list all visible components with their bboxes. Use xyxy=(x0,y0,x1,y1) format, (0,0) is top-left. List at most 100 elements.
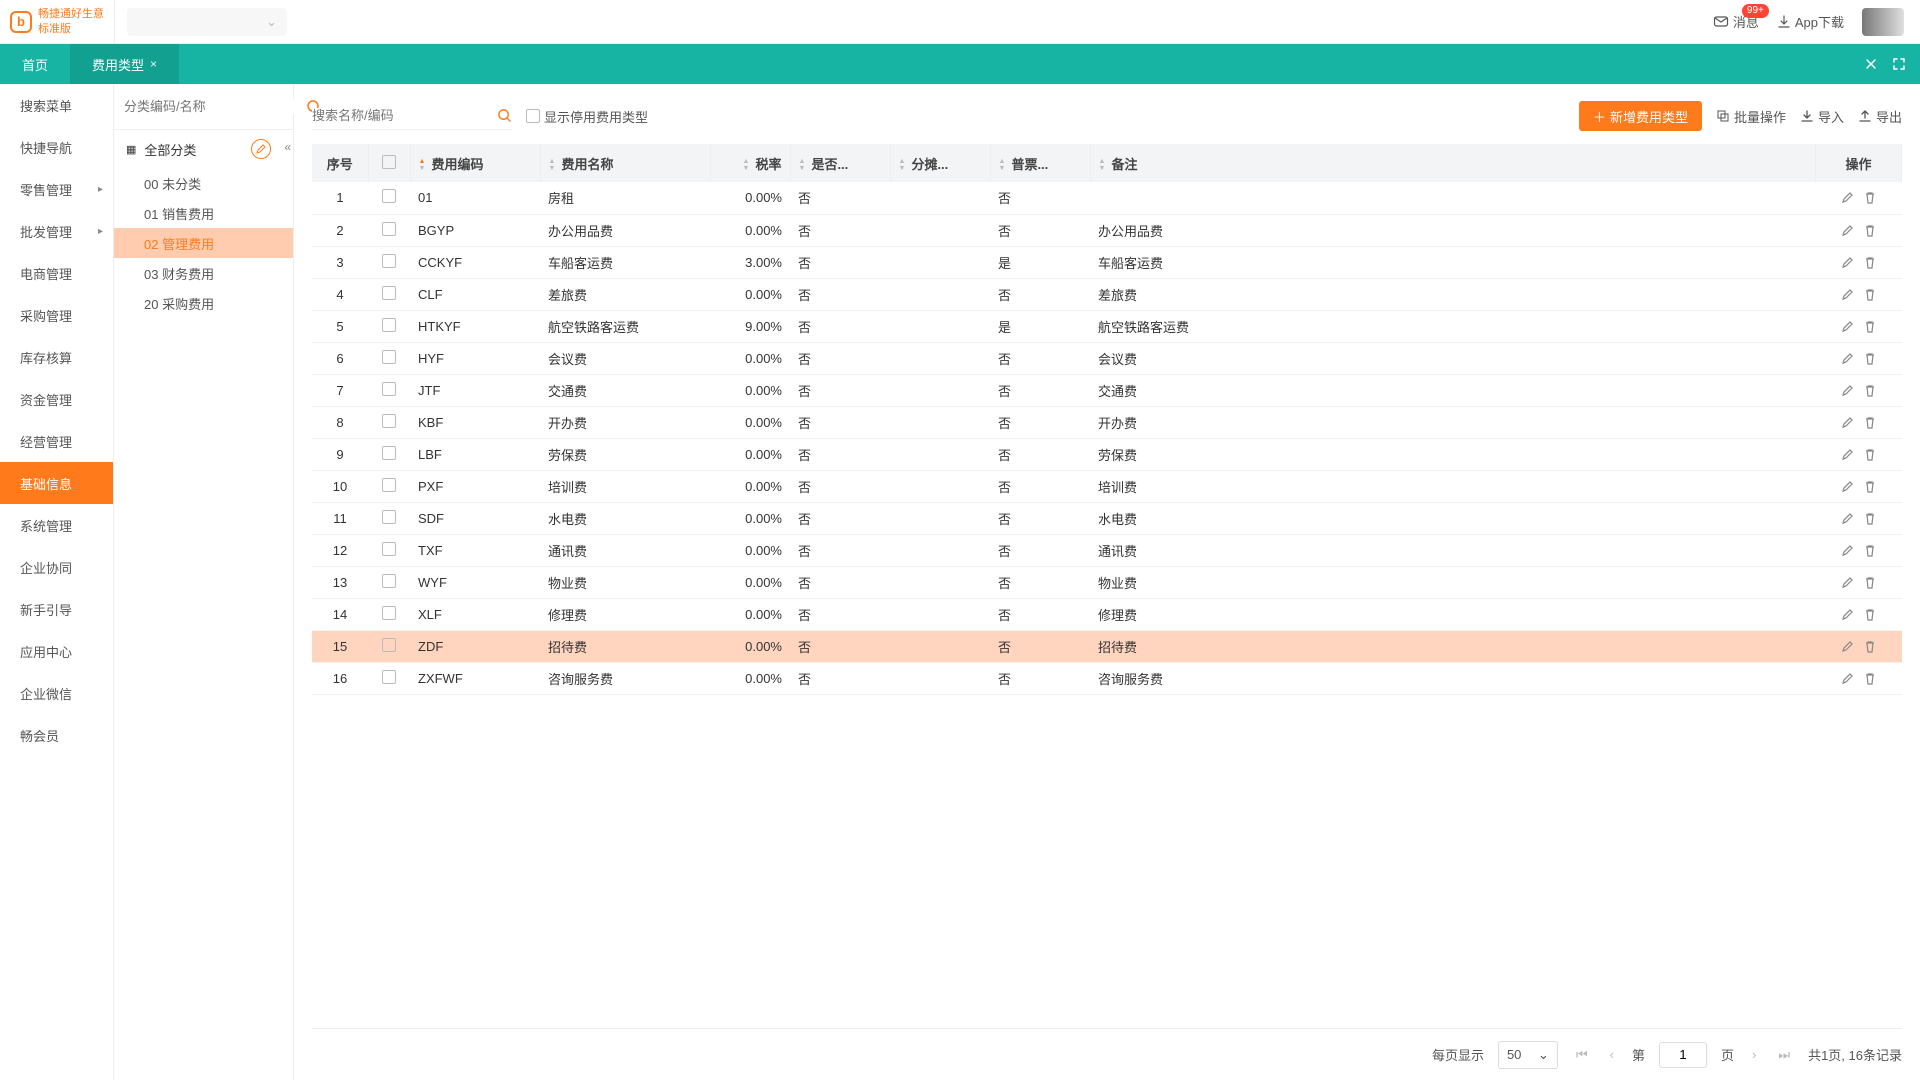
row-edit-icon[interactable] xyxy=(1841,512,1854,525)
row-edit-icon[interactable] xyxy=(1841,672,1854,685)
category-item-1[interactable]: 01 销售费用 xyxy=(114,198,293,228)
col-rate[interactable]: ▲▼税率 xyxy=(710,144,790,182)
row-edit-icon[interactable] xyxy=(1841,448,1854,461)
table-row[interactable]: 3CCKYF车船客运费3.00%否是车船客运费 xyxy=(312,246,1902,278)
row-checkbox[interactable] xyxy=(368,470,410,502)
nav-item-10[interactable]: 系统管理 xyxy=(0,504,113,546)
collapse-category-icon[interactable]: « xyxy=(284,140,291,154)
row-delete-icon[interactable] xyxy=(1864,320,1876,333)
page-size-select[interactable]: 50 ⌄ xyxy=(1498,1041,1558,1069)
pager-next-icon[interactable]: › xyxy=(1748,1047,1760,1062)
table-row[interactable]: 13WYF物业费0.00%否否物业费 xyxy=(312,566,1902,598)
search-icon[interactable] xyxy=(497,108,512,123)
row-checkbox[interactable] xyxy=(368,630,410,662)
row-delete-icon[interactable] xyxy=(1864,288,1876,301)
row-edit-icon[interactable] xyxy=(1841,608,1854,621)
nav-item-14[interactable]: 企业微信 xyxy=(0,672,113,714)
category-search-input[interactable] xyxy=(124,99,300,114)
export-button[interactable]: 导出 xyxy=(1858,107,1902,126)
row-delete-icon[interactable] xyxy=(1864,224,1876,237)
row-checkbox[interactable] xyxy=(368,310,410,342)
table-row[interactable]: 12TXF通讯费0.00%否否通讯费 xyxy=(312,534,1902,566)
new-expense-type-button[interactable]: ＋ 新增费用类型 xyxy=(1579,101,1702,131)
row-delete-icon[interactable] xyxy=(1864,672,1876,685)
nav-item-3[interactable]: 批发管理▸ xyxy=(0,210,113,252)
page-number-input[interactable] xyxy=(1659,1042,1707,1068)
fullscreen-icon[interactable] xyxy=(1892,57,1906,71)
nav-item-5[interactable]: 采购管理 xyxy=(0,294,113,336)
row-checkbox[interactable] xyxy=(368,438,410,470)
col-5[interactable]: ▲▼是否... xyxy=(790,144,890,182)
pager-last-icon[interactable]: ⏭ xyxy=(1774,1047,1794,1063)
row-delete-icon[interactable] xyxy=(1864,512,1876,525)
nav-item-15[interactable]: 畅会员 xyxy=(0,714,113,756)
table-row[interactable]: 101房租0.00%否否 xyxy=(312,182,1902,214)
nav-item-2[interactable]: 零售管理▸ xyxy=(0,168,113,210)
batch-action-button[interactable]: 批量操作 xyxy=(1716,107,1786,126)
table-row[interactable]: 16ZXFWF咨询服务费0.00%否否咨询服务费 xyxy=(312,662,1902,694)
row-checkbox[interactable] xyxy=(368,566,410,598)
nav-item-13[interactable]: 应用中心 xyxy=(0,630,113,672)
row-checkbox[interactable] xyxy=(368,662,410,694)
row-edit-icon[interactable] xyxy=(1841,416,1854,429)
table-row[interactable]: 14XLF修理费0.00%否否修理费 xyxy=(312,598,1902,630)
col-6[interactable]: ▲▼分摊... xyxy=(890,144,990,182)
row-delete-icon[interactable] xyxy=(1864,448,1876,461)
table-row[interactable]: 7JTF交通费0.00%否否交通费 xyxy=(312,374,1902,406)
col-remark[interactable]: ▲▼备注 xyxy=(1090,144,1816,182)
nav-item-6[interactable]: 库存核算 xyxy=(0,336,113,378)
table-row[interactable]: 5HTKYF航空铁路客运费9.00%否是航空铁路客运费 xyxy=(312,310,1902,342)
category-item-4[interactable]: 20 采购费用 xyxy=(114,288,293,318)
table-row[interactable]: 2BGYP办公用品费0.00%否否办公用品费 xyxy=(312,214,1902,246)
row-checkbox[interactable] xyxy=(368,502,410,534)
row-delete-icon[interactable] xyxy=(1864,191,1876,204)
row-checkbox[interactable] xyxy=(368,598,410,630)
category-item-2[interactable]: 02 管理费用 xyxy=(114,228,293,258)
nav-item-12[interactable]: 新手引导 xyxy=(0,588,113,630)
row-delete-icon[interactable] xyxy=(1864,256,1876,269)
row-delete-icon[interactable] xyxy=(1864,544,1876,557)
row-checkbox[interactable] xyxy=(368,342,410,374)
col-name[interactable]: ▲▼费用名称 xyxy=(540,144,710,182)
row-delete-icon[interactable] xyxy=(1864,640,1876,653)
pager-first-icon[interactable]: ⏮ xyxy=(1572,1047,1592,1063)
row-edit-icon[interactable] xyxy=(1841,480,1854,493)
category-item-0[interactable]: 00 未分类 xyxy=(114,168,293,198)
row-edit-icon[interactable] xyxy=(1841,256,1854,269)
table-row[interactable]: 9LBF劳保费0.00%否否劳保费 xyxy=(312,438,1902,470)
app-download-button[interactable]: App下载 xyxy=(1777,12,1844,31)
table-row[interactable]: 11SDF水电费0.00%否否水电费 xyxy=(312,502,1902,534)
row-checkbox[interactable] xyxy=(368,214,410,246)
tab-expense-type[interactable]: 费用类型 × xyxy=(70,44,179,84)
row-delete-icon[interactable] xyxy=(1864,480,1876,493)
nav-item-4[interactable]: 电商管理 xyxy=(0,252,113,294)
row-edit-icon[interactable] xyxy=(1841,384,1854,397)
row-checkbox[interactable] xyxy=(368,182,410,214)
avatar[interactable] xyxy=(1862,8,1904,36)
show-disabled-checkbox[interactable]: 显示停用费用类型 xyxy=(526,107,648,126)
row-edit-icon[interactable] xyxy=(1841,224,1854,237)
row-checkbox[interactable] xyxy=(368,278,410,310)
row-edit-icon[interactable] xyxy=(1841,544,1854,557)
row-checkbox[interactable] xyxy=(368,374,410,406)
row-delete-icon[interactable] xyxy=(1864,416,1876,429)
row-checkbox[interactable] xyxy=(368,406,410,438)
category-edit-button[interactable] xyxy=(251,139,271,159)
row-edit-icon[interactable] xyxy=(1841,640,1854,653)
nav-item-0[interactable]: 搜索菜单 xyxy=(0,84,113,126)
table-row[interactable]: 8KBF开办费0.00%否否开办费 xyxy=(312,406,1902,438)
close-icon[interactable]: × xyxy=(150,57,157,71)
import-button[interactable]: 导入 xyxy=(1800,107,1844,126)
row-edit-icon[interactable] xyxy=(1841,576,1854,589)
nav-item-8[interactable]: 经营管理 xyxy=(0,420,113,462)
table-row[interactable]: 4CLF差旅费0.00%否否差旅费 xyxy=(312,278,1902,310)
col-seq[interactable]: 序号 xyxy=(312,144,368,182)
table-row[interactable]: 15ZDF招待费0.00%否否招待费 xyxy=(312,630,1902,662)
messages-button[interactable]: 消息 99+ xyxy=(1713,12,1759,31)
row-delete-icon[interactable] xyxy=(1864,352,1876,365)
row-checkbox[interactable] xyxy=(368,246,410,278)
row-edit-icon[interactable] xyxy=(1841,352,1854,365)
category-all[interactable]: ▦ 全部分类 xyxy=(114,130,293,168)
table-row[interactable]: 10PXF培训费0.00%否否培训费 xyxy=(312,470,1902,502)
category-item-3[interactable]: 03 财务费用 xyxy=(114,258,293,288)
